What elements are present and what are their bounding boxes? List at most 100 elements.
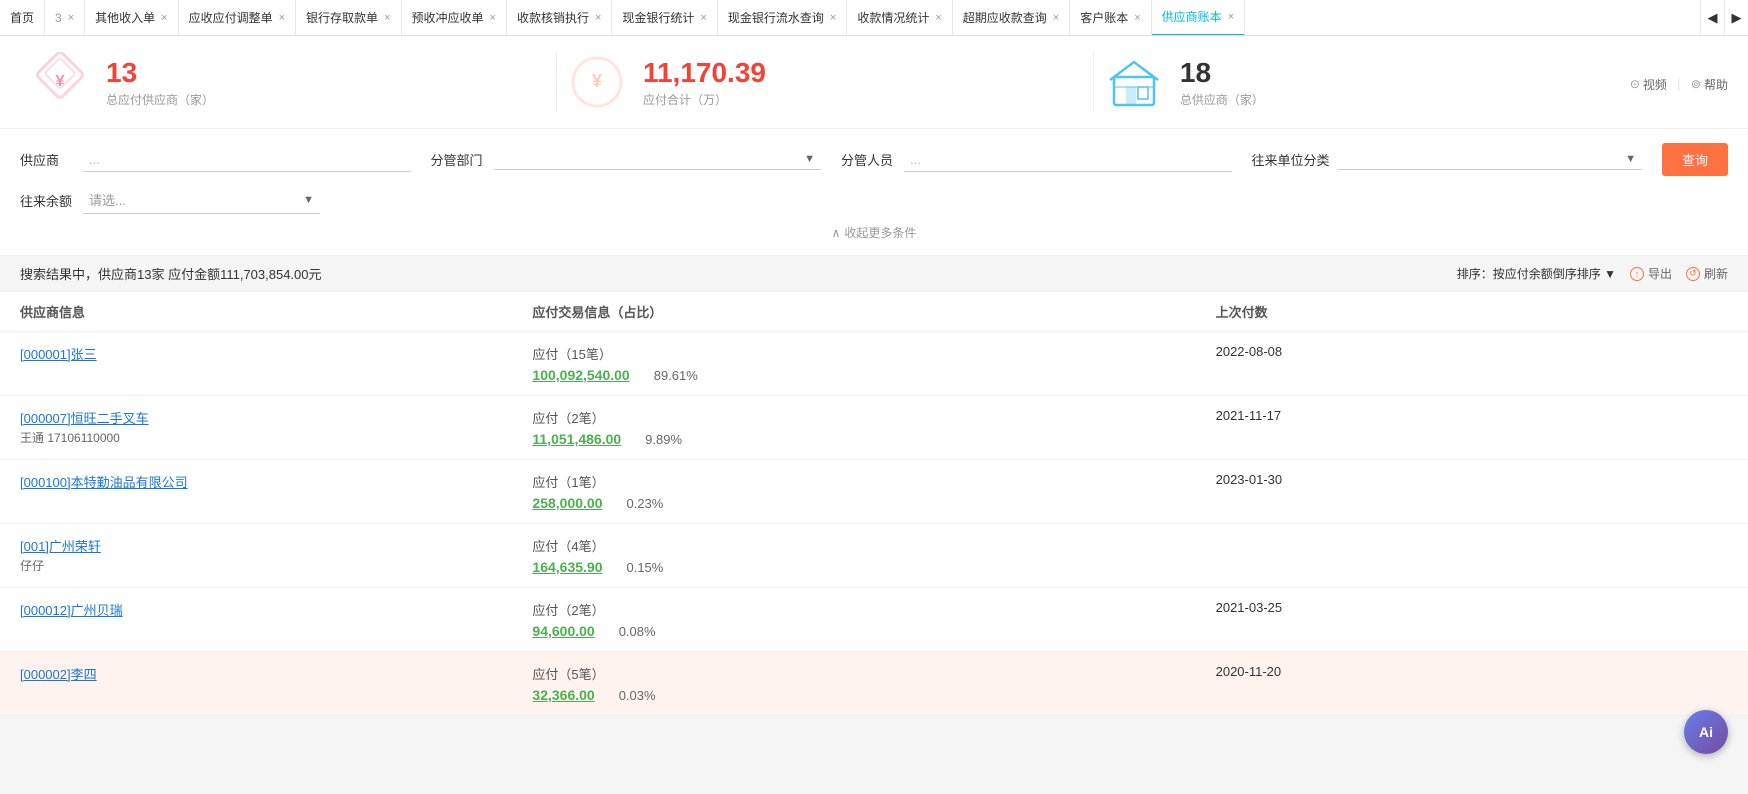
nav-tab-cash-bank-flow[interactable]: 现金银行流水查询 ×: [718, 0, 847, 36]
nav-tab-ar-ap-adjust-close[interactable]: ×: [279, 12, 285, 24]
tx-amount-3[interactable]: 164,635.90: [532, 559, 602, 575]
nav-tab-cash-bank-stat-close[interactable]: ×: [700, 12, 706, 24]
nav-tab-bank-deposit-close[interactable]: ×: [384, 12, 390, 24]
nav-tab-receipt-verify-close[interactable]: ×: [595, 12, 601, 24]
nav-prev-arrow[interactable]: ◀: [1700, 0, 1724, 36]
nav-tab-cash-bank-stat[interactable]: 现金银行统计 ×: [612, 0, 717, 36]
nav-tab-other-income[interactable]: 其他收入单 ×: [85, 0, 178, 36]
category-dropdown-icon: ▼: [1625, 153, 1636, 165]
tx-amount-1[interactable]: 11,051,486.00: [532, 431, 621, 447]
query-button[interactable]: 查询: [1662, 143, 1728, 176]
supplier-link-4[interactable]: [000012]广州贝瑞: [20, 600, 532, 619]
result-summary: 搜索结果中，供应商13家 应付金额111,703,854.00元: [20, 264, 322, 283]
nav-next-arrow[interactable]: ▶: [1724, 0, 1748, 36]
balance-filter-label: 往来余额: [20, 191, 75, 210]
refresh-label: 刷新: [1704, 265, 1728, 282]
supplier-link-3[interactable]: [001]广州荣轩: [20, 536, 532, 555]
transaction-info-0: 应付（15笔） 100,092,540.00 89.61%: [532, 344, 1215, 383]
video-link[interactable]: ⊙ 视频: [1630, 76, 1667, 93]
category-filter-select[interactable]: ▼: [1338, 149, 1642, 170]
dept-filter-select[interactable]: ▼: [494, 149, 822, 170]
supplier-info-2: [000100]本特勤油品有限公司: [20, 472, 532, 491]
nav-tab-overdue-ar[interactable]: 超期应收款查询 ×: [953, 0, 1070, 36]
nav-tab-other-income-close[interactable]: ×: [161, 12, 167, 24]
stat-card-total-payable: ¥ 11,170.39 应付合计（万）: [557, 52, 1094, 112]
transaction-info-5: 应付（5笔） 32,366.00 0.03%: [532, 664, 1215, 703]
tx-amount-2[interactable]: 258,000.00: [532, 495, 602, 511]
nav-tab-advance-ar[interactable]: 预收冲应收单 ×: [402, 0, 507, 36]
refresh-btn[interactable]: ↺ 刷新: [1686, 265, 1728, 282]
tx-label-2: 应付（1笔）: [532, 472, 1215, 491]
svg-text:¥: ¥: [592, 71, 602, 91]
nav-tab-customer-ledger-close[interactable]: ×: [1134, 12, 1140, 24]
total-suppliers-icon: [1104, 52, 1164, 112]
nav-tab-bank-deposit[interactable]: 银行存取款单 ×: [296, 0, 401, 36]
col-header-supplier: 供应商信息: [20, 302, 532, 321]
nav-tab-ar-ap-adjust-label: 应收应付调整单: [189, 9, 273, 26]
supplier-link-2[interactable]: [000100]本特勤油品有限公司: [20, 472, 532, 491]
result-actions: 排序：按应付余额倒序排序 ▼ ↑ 导出 ↺ 刷新: [1457, 265, 1728, 282]
tx-label-1: 应付（2笔）: [532, 408, 1215, 427]
filter-area: 供应商 分管部门 ▼ 分管人员 往来单位分类 ▼ 查询: [0, 129, 1748, 256]
nav-tab-3[interactable]: 3 ×: [45, 0, 85, 36]
tx-amount-0[interactable]: 100,092,540.00: [532, 367, 629, 383]
nav-tab-advance-ar-close[interactable]: ×: [490, 12, 496, 24]
nav-tab-home[interactable]: 首页: [0, 0, 45, 36]
nav-tab-receipt-verify[interactable]: 收款核销执行 ×: [507, 0, 612, 36]
nav-tab-supplier-ledger[interactable]: 供应商账本 ×: [1152, 0, 1245, 36]
supplier-info-0: [000001]张三: [20, 344, 532, 363]
table-row: [000002]李四 应付（5笔） 32,366.00 0.03% 2020-1…: [0, 652, 1748, 716]
nav-tab-cash-bank-flow-close[interactable]: ×: [830, 12, 836, 24]
transaction-info-2: 应付（1笔） 258,000.00 0.23%: [532, 472, 1215, 511]
tx-label-4: 应付（2笔）: [532, 600, 1215, 619]
dept-filter-label: 分管部门: [431, 150, 486, 169]
table-row: [001]广州荣轩 仔仔 应付（4笔） 164,635.90 0.15%: [0, 524, 1748, 588]
filter-person: 分管人员: [841, 148, 1232, 172]
nav-tab-supplier-ledger-label: 供应商账本: [1162, 8, 1222, 25]
stat-card-total-suppliers: 18 总供应商（家）: [1094, 52, 1630, 112]
stat-total-suppliers-label: 总供应商（家）: [1180, 91, 1264, 108]
last-payment-2: 2023-01-30: [1216, 472, 1728, 487]
ai-button[interactable]: Ai: [1684, 710, 1728, 754]
stat-total-payable-label: 应付合计（万）: [643, 91, 766, 108]
table-row: [000001]张三 应付（15笔） 100,092,540.00 89.61%…: [0, 332, 1748, 396]
tx-percent-2: 0.23%: [626, 496, 663, 511]
last-payment-1: 2021-11-17: [1216, 408, 1728, 423]
nav-tab-3-close[interactable]: ×: [68, 12, 74, 24]
sort-label: 排序：按应付余额倒序排序: [1457, 267, 1601, 281]
stat-card-suppliers: ¥ 13 总应付供应商（家）: [20, 52, 557, 112]
last-payment-4: 2021-03-25: [1216, 600, 1728, 615]
table-row: [000007]恒旺二手叉车 王通 17106110000 应付（2笔） 11,…: [0, 396, 1748, 460]
nav-tab-receipt-stat-close[interactable]: ×: [935, 12, 941, 24]
transaction-info-1: 应付（2笔） 11,051,486.00 9.89%: [532, 408, 1215, 447]
tx-label-3: 应付（4笔）: [532, 536, 1215, 555]
tx-amount-4[interactable]: 94,600.00: [532, 623, 594, 639]
balance-filter-select[interactable]: 请选... ▼: [83, 186, 320, 214]
help-link[interactable]: ⊚ 帮助: [1691, 76, 1728, 93]
transaction-info-3: 应付（4笔） 164,635.90 0.15%: [532, 536, 1215, 575]
nav-tab-receipt-verify-label: 收款核销执行: [517, 9, 589, 26]
tx-percent-0: 89.61%: [654, 368, 698, 383]
nav-tab-ar-ap-adjust[interactable]: 应收应付调整单 ×: [179, 0, 296, 36]
collapse-filter-btn[interactable]: ∧ 收起更多条件: [20, 224, 1728, 241]
table-container: 供应商信息 应付交易信息（占比） 上次付数 [000001]张三 应付（15笔）…: [0, 292, 1748, 716]
person-filter-input[interactable]: [904, 148, 1232, 172]
nav-tab-supplier-ledger-close[interactable]: ×: [1228, 11, 1234, 23]
nav-tab-customer-ledger[interactable]: 客户账本 ×: [1070, 0, 1151, 36]
supplier-filter-input[interactable]: [83, 148, 411, 172]
nav-tab-overdue-ar-close[interactable]: ×: [1053, 12, 1059, 24]
sort-select[interactable]: 排序：按应付余额倒序排序 ▼: [1457, 265, 1616, 282]
nav-tab-receipt-stat-label: 收款情况统计: [857, 9, 929, 26]
supplier-link-0[interactable]: [000001]张三: [20, 344, 532, 363]
nav-tab-receipt-stat[interactable]: 收款情况统计 ×: [847, 0, 952, 36]
transaction-info-4: 应付（2笔） 94,600.00 0.08%: [532, 600, 1215, 639]
stat-total-suppliers-number: 18: [1180, 56, 1264, 90]
export-btn[interactable]: ↑ 导出: [1630, 265, 1672, 282]
tx-percent-3: 0.15%: [626, 560, 663, 575]
header-stats: ¥ 13 总应付供应商（家） ¥ 11,170.39 应付合计（万）: [0, 36, 1748, 129]
person-filter-label: 分管人员: [841, 150, 896, 169]
supplier-link-1[interactable]: [000007]恒旺二手叉车: [20, 408, 532, 427]
filter-category: 往来单位分类 ▼: [1252, 149, 1643, 170]
tx-amount-5[interactable]: 32,366.00: [532, 687, 594, 703]
supplier-link-5[interactable]: [000002]李四: [20, 664, 532, 683]
